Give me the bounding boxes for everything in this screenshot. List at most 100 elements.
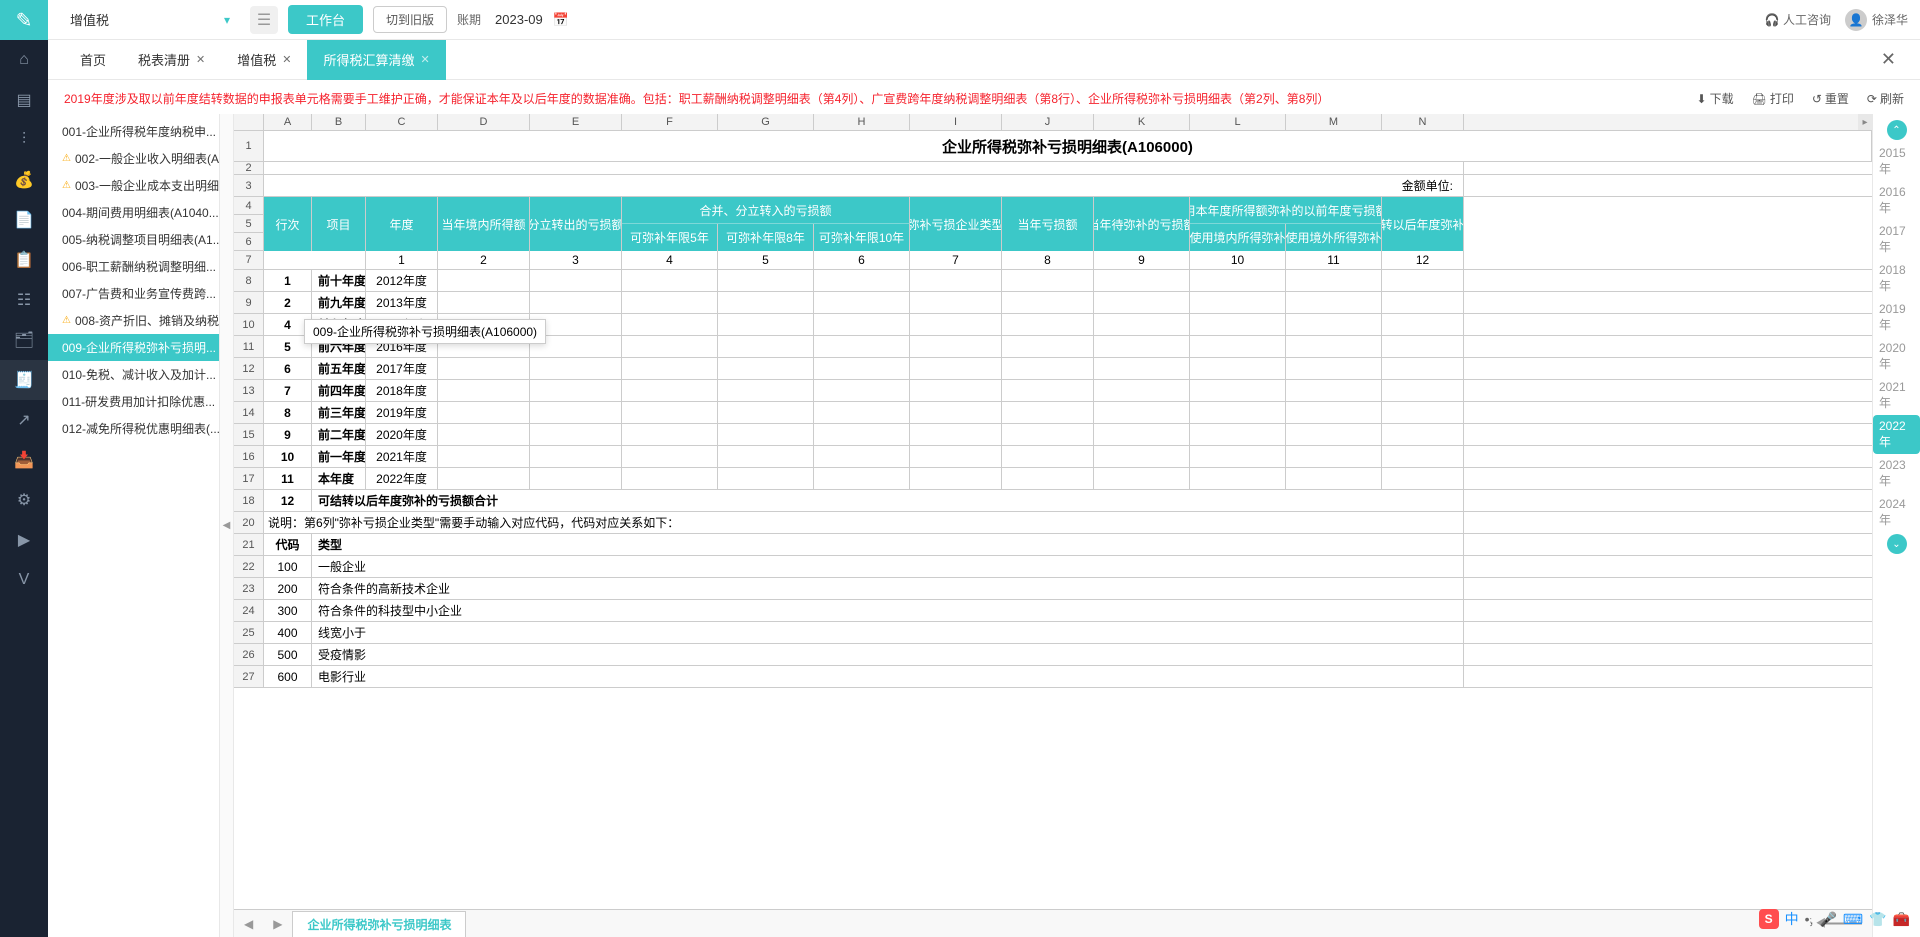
cell[interactable] — [1382, 292, 1464, 313]
nav-file-icon[interactable]: 📄 — [0, 200, 48, 240]
column-header[interactable]: L — [1190, 114, 1286, 130]
cell[interactable] — [1094, 358, 1190, 379]
row-header[interactable]: 7 — [234, 251, 264, 269]
column-header[interactable]: F — [622, 114, 718, 130]
tree-item[interactable]: 006-职工薪酬纳税调整明细... — [48, 253, 219, 280]
ime-skin-icon[interactable]: 👕 — [1869, 911, 1886, 928]
cell[interactable]: 前五年度 — [312, 358, 366, 379]
cell[interactable]: 2 — [438, 251, 530, 269]
tree-item[interactable]: 007-广告费和业务宣传费跨... — [48, 280, 219, 307]
cell[interactable] — [1382, 468, 1464, 489]
cell[interactable] — [910, 314, 1002, 335]
column-header[interactable]: J — [1002, 114, 1094, 130]
cell[interactable] — [438, 292, 530, 313]
tree-item[interactable]: 010-免税、减计收入及加计... — [48, 361, 219, 388]
cell[interactable] — [1286, 292, 1382, 313]
cell[interactable] — [1286, 424, 1382, 445]
cell[interactable] — [1190, 402, 1286, 423]
cell[interactable] — [1190, 468, 1286, 489]
cell[interactable]: 5 — [718, 251, 814, 269]
cell[interactable] — [718, 380, 814, 401]
cell[interactable] — [814, 424, 910, 445]
cell[interactable] — [1002, 270, 1094, 291]
cell[interactable] — [1382, 380, 1464, 401]
cell[interactable] — [910, 402, 1002, 423]
cell[interactable]: 6 — [264, 358, 312, 379]
cell[interactable]: 6 — [814, 251, 910, 269]
column-header[interactable]: A — [264, 114, 312, 130]
cell[interactable] — [1382, 402, 1464, 423]
column-header[interactable]: B — [312, 114, 366, 130]
cell[interactable] — [438, 358, 530, 379]
cell[interactable] — [718, 468, 814, 489]
cell[interactable] — [530, 358, 622, 379]
cell[interactable]: 符合条件的高新技术企业 — [312, 578, 1464, 599]
row-header[interactable]: 14 — [234, 402, 264, 423]
cell[interactable] — [1382, 314, 1464, 335]
year-item[interactable]: 2018年 — [1873, 259, 1920, 298]
cell[interactable] — [814, 270, 910, 291]
row-header[interactable]: 3 — [234, 175, 264, 196]
cell[interactable] — [264, 162, 1464, 174]
cell[interactable] — [1094, 270, 1190, 291]
tree-item[interactable]: 004-期间费用明细表(A1040... — [48, 199, 219, 226]
cell[interactable]: 代码 — [264, 534, 312, 555]
cell[interactable]: 2017年度 — [366, 358, 438, 379]
row-header[interactable]: 17 — [234, 468, 264, 489]
cell[interactable] — [264, 251, 366, 269]
cell[interactable] — [910, 446, 1002, 467]
cell[interactable]: 10 — [1190, 251, 1286, 269]
cell[interactable] — [530, 292, 622, 313]
cell[interactable] — [1094, 468, 1190, 489]
row-header[interactable]: 13 — [234, 380, 264, 401]
cell[interactable] — [622, 468, 718, 489]
cell[interactable] — [530, 424, 622, 445]
cell[interactable] — [1002, 402, 1094, 423]
cell[interactable] — [910, 270, 1002, 291]
cell[interactable]: 2012年度 — [366, 270, 438, 291]
cell[interactable]: 金额单位: — [264, 175, 1464, 196]
nav-export-icon[interactable]: ↗ — [0, 400, 48, 440]
cell[interactable] — [622, 424, 718, 445]
cell[interactable]: 本年度 — [312, 468, 366, 489]
year-item[interactable]: 2015年 — [1873, 142, 1920, 181]
cell[interactable] — [1002, 336, 1094, 357]
cell[interactable] — [622, 270, 718, 291]
ime-lang[interactable]: 中 — [1785, 909, 1799, 929]
sheet-next[interactable]: ▶ — [263, 917, 292, 931]
cell[interactable]: 9 — [1094, 251, 1190, 269]
cell[interactable] — [1094, 314, 1190, 335]
cell[interactable] — [622, 402, 718, 423]
row-header[interactable]: 8 — [234, 270, 264, 291]
cell[interactable]: 3 — [530, 251, 622, 269]
cell[interactable] — [814, 314, 910, 335]
cell[interactable]: 符合条件的科技型中小企业 — [312, 600, 1464, 621]
cell[interactable] — [718, 446, 814, 467]
download-button[interactable]: ⬇ 下载 — [1697, 90, 1734, 107]
cell[interactable] — [438, 468, 530, 489]
cell[interactable]: 类型 — [312, 534, 1464, 555]
cell[interactable]: 可结转以后年度弥补的亏损额合计 — [312, 490, 1464, 511]
ime-punct-icon[interactable]: •, — [1805, 911, 1814, 927]
row-header[interactable]: 25 — [234, 622, 264, 643]
tab-income-tax[interactable]: 所得税汇算清缴✕ — [307, 40, 445, 80]
cell[interactable] — [530, 468, 622, 489]
row-header[interactable]: 20 — [234, 512, 264, 533]
cell[interactable] — [1286, 446, 1382, 467]
cell[interactable] — [530, 402, 622, 423]
close-icon[interactable]: ✕ — [282, 53, 291, 66]
column-header[interactable]: I — [910, 114, 1002, 130]
nav-inbox-icon[interactable]: 📥 — [0, 440, 48, 480]
tab-home[interactable]: 首页 — [64, 40, 122, 80]
cell[interactable] — [622, 380, 718, 401]
cell[interactable]: 12 — [1382, 251, 1464, 269]
cell[interactable] — [1286, 468, 1382, 489]
row-header[interactable]: 23 — [234, 578, 264, 599]
tree-item[interactable]: ⚠002-一般企业收入明细表(A... — [48, 145, 219, 172]
nav-report-icon[interactable]: 📋 — [0, 240, 48, 280]
switch-old-button[interactable]: 切到旧版 — [373, 6, 447, 33]
cell[interactable] — [1094, 446, 1190, 467]
cell[interactable]: 前四年度 — [312, 380, 366, 401]
cell[interactable]: 线宽小于 — [312, 622, 1464, 643]
close-icon[interactable]: ✕ — [421, 53, 430, 66]
